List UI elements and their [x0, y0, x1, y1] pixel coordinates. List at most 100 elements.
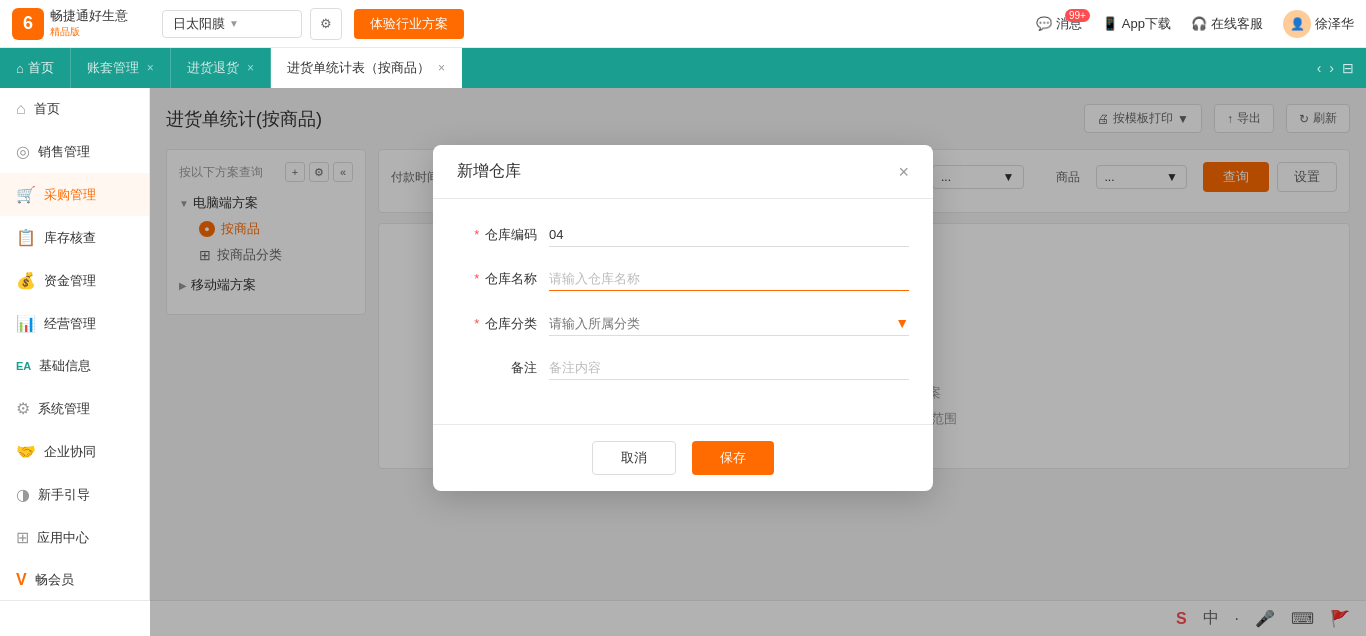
sidebar-operation-label: 经营管理: [44, 315, 96, 333]
tab-bar-actions: ‹ › ⊟: [1317, 48, 1366, 88]
modal-body: * 仓库编码 * 仓库名称 * 仓库分类 ▼ 备注: [433, 199, 933, 424]
sidebar-system-label: 系统管理: [38, 400, 90, 418]
tab-purchase-stats[interactable]: 进货单统计表（按商品） ×: [271, 48, 462, 88]
system-icon: ⚙: [16, 399, 30, 418]
form-row-code: * 仓库编码: [457, 223, 909, 247]
sidebar-item-purchase[interactable]: 🛒 采购管理: [0, 173, 149, 216]
sidebar-item-member[interactable]: V 畅会员: [0, 559, 149, 601]
phone-icon: 📱: [1102, 16, 1118, 31]
home-sidebar-icon: ⌂: [16, 100, 26, 118]
tab-menu-btn[interactable]: ⊟: [1342, 60, 1354, 76]
sidebar-item-basic[interactable]: EA 基础信息: [0, 345, 149, 387]
sidebar-item-enterprise[interactable]: 🤝 企业协同: [0, 430, 149, 473]
modal-close-button[interactable]: ×: [898, 163, 909, 181]
guide-icon: ◑: [16, 485, 30, 504]
modal-footer: 取消 保存: [433, 424, 933, 491]
tab-bar: ⌂ 首页 账套管理 × 进货退货 × 进货单统计表（按商品） × ‹ › ⊟: [0, 48, 1366, 88]
sidebar-home-label: 首页: [34, 100, 60, 118]
home-icon: ⌂: [16, 61, 24, 76]
user-profile[interactable]: 👤 徐泽华: [1283, 10, 1354, 38]
tab-next-btn[interactable]: ›: [1329, 60, 1334, 76]
inventory-icon: 📋: [16, 228, 36, 247]
name-required: *: [474, 271, 479, 286]
tab-home[interactable]: ⌂ 首页: [0, 48, 71, 88]
logo-text-block: 畅捷通好生意 精品版: [50, 8, 128, 39]
operation-icon: 📊: [16, 314, 36, 333]
enterprise-icon: 🤝: [16, 442, 36, 461]
tab-prev-btn[interactable]: ‹: [1317, 60, 1322, 76]
new-warehouse-modal: 新增仓库 × * 仓库编码 * 仓库名称 * 仓库分类: [433, 145, 933, 491]
sidebar-purchase-label: 采购管理: [44, 186, 96, 204]
code-label: * 仓库编码: [457, 226, 537, 244]
settings-gear-button[interactable]: ⚙: [310, 8, 342, 40]
messages-action[interactable]: 💬 消息 99+: [1036, 15, 1082, 33]
form-row-remark: 备注: [457, 356, 909, 380]
sidebar-item-operation[interactable]: 📊 经营管理: [0, 302, 149, 345]
logo-brand: 畅捷通好生意: [50, 8, 128, 25]
sidebar: ⌂ 首页 ◎ 销售管理 🛒 采购管理 📋 库存核查 💰 资金管理 📊 经营管理 …: [0, 88, 150, 636]
sidebar-item-finance[interactable]: 💰 资金管理: [0, 259, 149, 302]
tab-accounts-label: 账套管理: [87, 59, 139, 77]
experience-button[interactable]: 体验行业方案: [354, 9, 464, 39]
cancel-button[interactable]: 取消: [592, 441, 676, 475]
basic-icon: EA: [16, 360, 31, 372]
sidebar-enterprise-label: 企业协同: [44, 443, 96, 461]
tab-purchase-return[interactable]: 进货退货 ×: [171, 48, 271, 88]
message-icon: 💬: [1036, 16, 1052, 31]
sidebar-item-system[interactable]: ⚙ 系统管理: [0, 387, 149, 430]
modal-title: 新增仓库: [457, 161, 521, 182]
sidebar-sales-label: 销售管理: [38, 143, 90, 161]
tab-purchase-return-close[interactable]: ×: [247, 61, 254, 75]
code-required: *: [474, 227, 479, 242]
store-selector-arrow: ▼: [229, 18, 239, 29]
category-select[interactable]: ▼: [549, 311, 909, 336]
gear-icon: ⚙: [320, 16, 332, 31]
tab-accounts-close[interactable]: ×: [147, 61, 154, 75]
category-select-arrow[interactable]: ▼: [895, 315, 909, 331]
sidebar-item-guide[interactable]: ◑ 新手引导: [0, 473, 149, 516]
sidebar-item-home[interactable]: ⌂ 首页: [0, 88, 149, 130]
sidebar-item-sales[interactable]: ◎ 销售管理: [0, 130, 149, 173]
name-label: * 仓库名称: [457, 270, 537, 288]
app-download-action[interactable]: 📱 App下载: [1102, 15, 1171, 33]
category-label: * 仓库分类: [457, 315, 537, 333]
category-select-input[interactable]: [549, 316, 895, 331]
apps-icon: ⊞: [16, 528, 29, 547]
logo-area: 6 畅捷通好生意 精品版: [12, 8, 162, 40]
tab-purchase-stats-close[interactable]: ×: [438, 61, 445, 75]
username: 徐泽华: [1315, 15, 1354, 33]
store-name: 日太阳膜: [173, 15, 225, 33]
form-row-name: * 仓库名称: [457, 267, 909, 291]
online-service-action[interactable]: 🎧 在线客服: [1191, 15, 1263, 33]
sidebar-guide-label: 新手引导: [38, 486, 90, 504]
online-service-label: 在线客服: [1211, 15, 1263, 33]
save-button[interactable]: 保存: [692, 441, 774, 475]
app-download-label: App下载: [1122, 15, 1171, 33]
category-required: *: [474, 316, 479, 331]
tab-purchase-stats-label: 进货单统计表（按商品）: [287, 59, 430, 77]
top-nav-right: 💬 消息 99+ 📱 App下载 🎧 在线客服 👤 徐泽华: [1036, 10, 1354, 38]
sales-icon: ◎: [16, 142, 30, 161]
sidebar-finance-label: 资金管理: [44, 272, 96, 290]
sidebar-basic-label: 基础信息: [39, 357, 91, 375]
sidebar-member-label: 畅会员: [35, 571, 74, 589]
logo-edition: 精品版: [50, 25, 128, 39]
sidebar-apps-label: 应用中心: [37, 529, 89, 547]
sidebar-inventory-label: 库存核查: [44, 229, 96, 247]
sidebar-item-apps[interactable]: ⊞ 应用中心: [0, 516, 149, 559]
sidebar-item-inventory[interactable]: 📋 库存核查: [0, 216, 149, 259]
headset-icon: 🎧: [1191, 16, 1207, 31]
remark-input[interactable]: [549, 356, 909, 380]
finance-icon: 💰: [16, 271, 36, 290]
purchase-icon: 🛒: [16, 185, 36, 204]
avatar-icon: 👤: [1290, 17, 1305, 31]
tab-home-label: 首页: [28, 59, 54, 77]
top-nav: 6 畅捷通好生意 精品版 日太阳膜 ▼ ⚙ 体验行业方案 💬 消息 99+ 📱 …: [0, 0, 1366, 48]
avatar: 👤: [1283, 10, 1311, 38]
remark-label: 备注: [457, 359, 537, 377]
store-selector[interactable]: 日太阳膜 ▼: [162, 10, 302, 38]
warehouse-code-input[interactable]: [549, 223, 909, 247]
tab-accounts[interactable]: 账套管理 ×: [71, 48, 171, 88]
member-icon: V: [16, 571, 27, 589]
warehouse-name-input[interactable]: [549, 267, 909, 291]
